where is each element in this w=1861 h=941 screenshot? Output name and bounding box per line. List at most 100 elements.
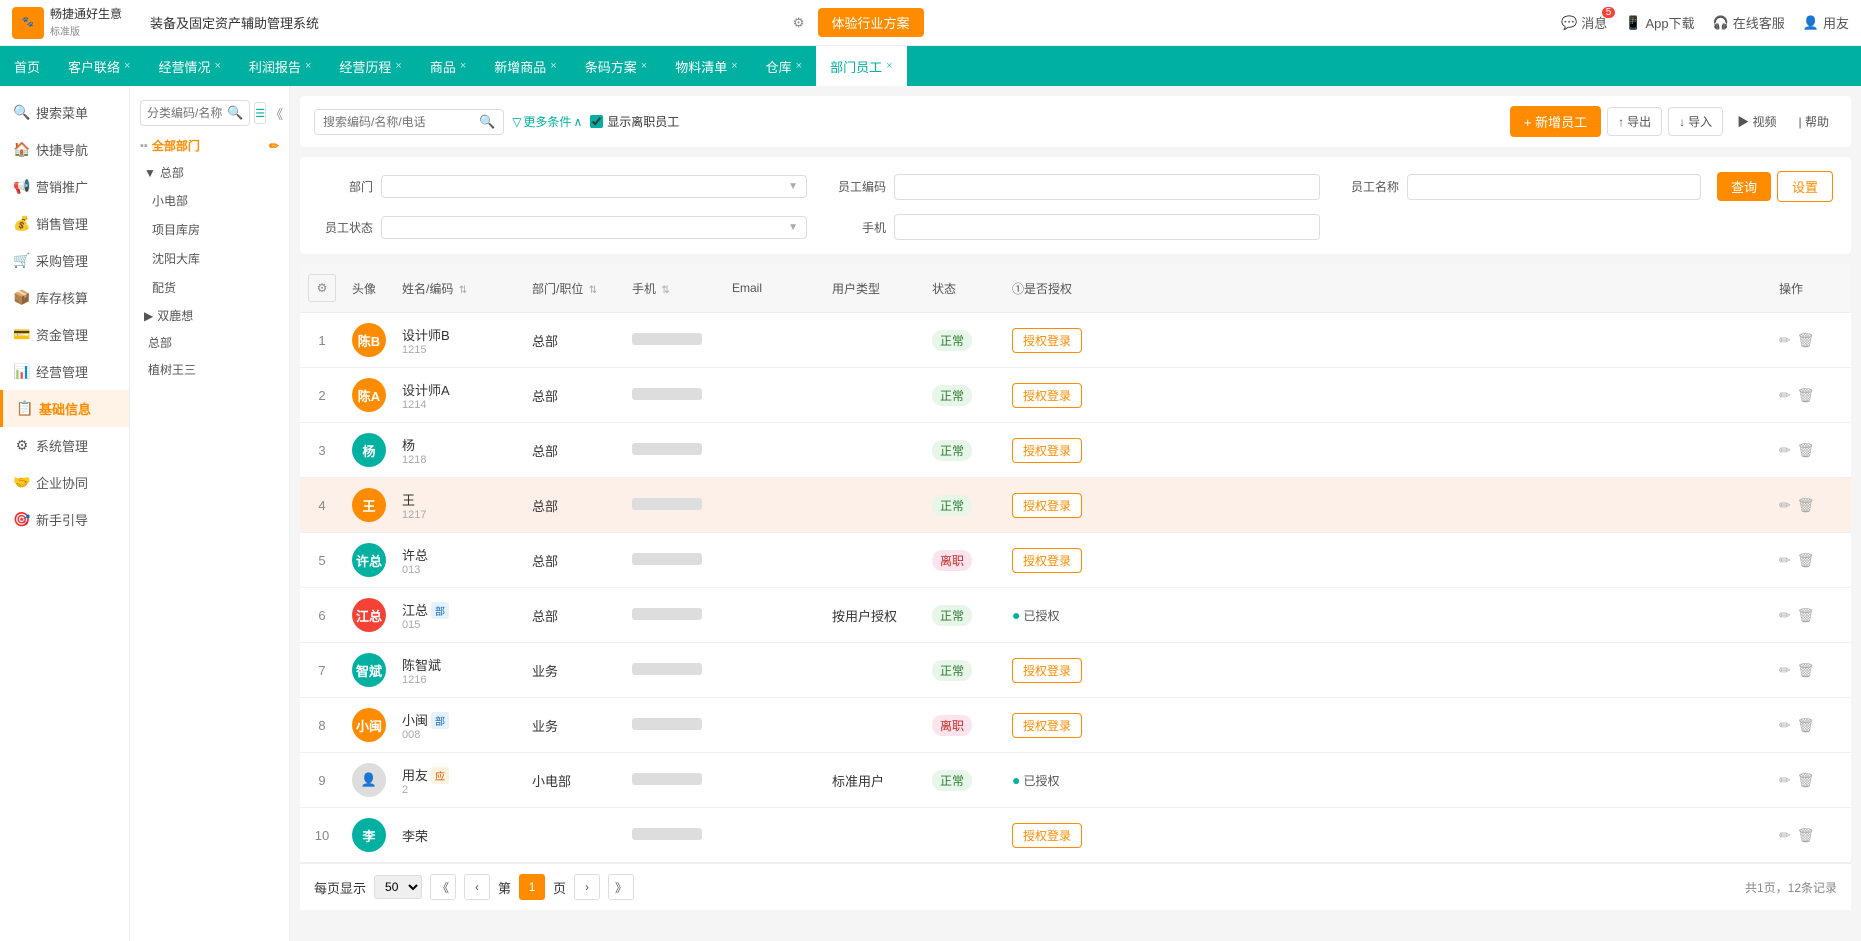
- auth-button[interactable]: 授权登录: [1012, 713, 1082, 738]
- auth-button[interactable]: 授权登录: [1012, 383, 1082, 408]
- edit-icon[interactable]: ✏: [1779, 387, 1791, 404]
- next-page-btn[interactable]: ›: [574, 874, 600, 900]
- sort-dept-icon[interactable]: ⇅: [589, 285, 597, 296]
- search-input[interactable]: [323, 115, 473, 129]
- tab-home[interactable]: 首页: [0, 46, 54, 86]
- settings-icon[interactable]: ⚙: [788, 12, 810, 34]
- tab-customer[interactable]: 客户联络 ×: [54, 46, 144, 86]
- col-auth-cell[interactable]: 授权登录: [1004, 643, 1134, 698]
- delete-icon[interactable]: 🗑: [1797, 442, 1815, 459]
- dept-group-hq2[interactable]: 总部: [130, 329, 289, 356]
- phone-input[interactable]: [894, 214, 1320, 240]
- col-auth-cell[interactable]: 授权登录: [1004, 533, 1134, 588]
- sidebar-item-guide[interactable]: 🎯 新手引导: [0, 501, 129, 538]
- dept-group-shuanglu[interactable]: ▶ 双鹿想: [130, 302, 289, 329]
- tab-new-goods-close[interactable]: ×: [550, 60, 556, 72]
- sort-phone-icon[interactable]: ⇅: [661, 285, 669, 296]
- show-resigned-input[interactable]: [590, 115, 603, 128]
- tab-operation[interactable]: 经营情况 ×: [144, 46, 234, 86]
- tab-employee[interactable]: 部门员工 ×: [816, 46, 906, 86]
- edit-icon[interactable]: ✏: [1779, 772, 1791, 789]
- show-resigned-checkbox[interactable]: 显示离职员工: [590, 113, 679, 130]
- status-select[interactable]: ▼: [381, 216, 807, 239]
- sidebar-item-sales[interactable]: 💰 销售管理: [0, 205, 129, 242]
- edit-icon[interactable]: ✏: [1779, 552, 1791, 569]
- col-auth-cell[interactable]: 授权登录: [1004, 698, 1134, 753]
- add-employee-button[interactable]: + 新增员工: [1510, 106, 1601, 137]
- col-auth-cell[interactable]: 授权登录: [1004, 808, 1134, 863]
- tab-bom[interactable]: 物料清单 ×: [661, 46, 751, 86]
- sidebar-item-marketing[interactable]: 📢 营销推广: [0, 168, 129, 205]
- prev-page-btn[interactable]: ‹: [464, 874, 490, 900]
- sidebar-item-finance[interactable]: 💳 资金管理: [0, 316, 129, 353]
- col-auth-cell[interactable]: 授权登录: [1004, 368, 1134, 423]
- tab-employee-close[interactable]: ×: [886, 60, 892, 72]
- edit-icon[interactable]: ✏: [1779, 717, 1791, 734]
- edit-icon[interactable]: ✏: [1779, 662, 1791, 679]
- sidebar-item-system[interactable]: ⚙ 系统管理: [0, 427, 129, 464]
- dept-select[interactable]: ▼: [381, 175, 807, 198]
- view-button[interactable]: ▶ 视频: [1729, 108, 1784, 135]
- edit-icon[interactable]: ✏: [1779, 332, 1791, 349]
- auth-button[interactable]: 授权登录: [1012, 823, 1082, 848]
- sidebar-item-purchase[interactable]: 🛒 采购管理: [0, 242, 129, 279]
- dept-group-hq[interactable]: ▼ 总部: [130, 159, 289, 186]
- dept-item-xiaodian[interactable]: 小电部: [130, 186, 289, 215]
- dept-all-label[interactable]: ▪▪ 全部部门 ✏: [130, 132, 289, 159]
- tab-new-goods[interactable]: 新增商品 ×: [480, 46, 570, 86]
- employee-code-input[interactable]: [894, 174, 1320, 200]
- delete-icon[interactable]: 🗑: [1797, 332, 1815, 349]
- tab-operation-close[interactable]: ×: [214, 60, 220, 72]
- dept-collapse-btn[interactable]: 《: [270, 102, 283, 124]
- last-page-btn[interactable]: 》: [608, 874, 634, 900]
- tab-barcode[interactable]: 条码方案 ×: [571, 46, 661, 86]
- current-page-btn[interactable]: 1: [519, 874, 545, 900]
- filter-search-box[interactable]: 🔍: [314, 109, 504, 135]
- col-auth-cell[interactable]: 授权登录: [1004, 313, 1134, 368]
- help-button[interactable]: | 帮助: [1791, 108, 1837, 135]
- page-size-select[interactable]: 50: [374, 875, 422, 899]
- sidebar-item-operation[interactable]: 📊 经营管理: [0, 353, 129, 390]
- dept-item-project[interactable]: 项目库房: [130, 215, 289, 244]
- tab-profit-close[interactable]: ×: [305, 60, 311, 72]
- col-auth-cell[interactable]: 授权登录: [1004, 423, 1134, 478]
- delete-icon[interactable]: 🗑: [1797, 497, 1815, 514]
- tab-barcode-close[interactable]: ×: [641, 60, 647, 72]
- delete-icon[interactable]: 🗑: [1797, 827, 1815, 844]
- filter-settings-button[interactable]: 设置: [1777, 171, 1833, 202]
- tab-customer-close[interactable]: ×: [124, 60, 130, 72]
- auth-button[interactable]: 授权登录: [1012, 438, 1082, 463]
- sidebar-item-search[interactable]: 🔍 搜索菜单: [0, 94, 129, 131]
- employee-name-input[interactable]: [1407, 174, 1701, 200]
- auth-button[interactable]: 授权登录: [1012, 328, 1082, 353]
- edit-icon[interactable]: ✏: [1779, 607, 1791, 624]
- tab-goods[interactable]: 商品 ×: [416, 46, 480, 86]
- delete-icon[interactable]: 🗑: [1797, 387, 1815, 404]
- delete-icon[interactable]: 🗑: [1797, 717, 1815, 734]
- tab-history-close[interactable]: ×: [395, 60, 401, 72]
- dept-search-input[interactable]: [147, 106, 227, 120]
- sidebar-item-inventory[interactable]: 📦 库存核算: [0, 279, 129, 316]
- message-icon-item[interactable]: 💬 消息 5: [1561, 13, 1607, 32]
- filter-more-btn[interactable]: ▽ 更多条件 ∧: [512, 113, 582, 130]
- app-download-item[interactable]: 📱 App下载: [1625, 13, 1694, 32]
- edit-icon[interactable]: ✏: [1779, 442, 1791, 459]
- dept-group-zhishu[interactable]: 植树王三: [130, 356, 289, 383]
- dept-edit-icon[interactable]: ✏: [269, 139, 279, 153]
- edit-icon[interactable]: ✏: [1779, 827, 1791, 844]
- tab-warehouse-close[interactable]: ×: [796, 60, 802, 72]
- tab-profit[interactable]: 利润报告 ×: [235, 46, 325, 86]
- col-settings[interactable]: ⚙: [300, 264, 344, 313]
- tab-goods-close[interactable]: ×: [460, 60, 466, 72]
- col-auth-cell[interactable]: 授权登录: [1004, 478, 1134, 533]
- export-button[interactable]: ↑ 导出: [1607, 107, 1662, 136]
- online-service-item[interactable]: 🎧 在线客服: [1713, 13, 1785, 32]
- auth-button[interactable]: 授权登录: [1012, 548, 1082, 573]
- sidebar-item-basic[interactable]: 📋 基础信息: [0, 390, 129, 427]
- delete-icon[interactable]: 🗑: [1797, 662, 1815, 679]
- dept-filter-btn[interactable]: ☰: [254, 102, 266, 124]
- trial-button[interactable]: 体验行业方案: [818, 8, 924, 37]
- dept-item-peihuo[interactable]: 配货: [130, 273, 289, 302]
- sidebar-item-nav[interactable]: 🏠 快捷导航: [0, 131, 129, 168]
- import-button[interactable]: ↓ 导入: [1668, 107, 1723, 136]
